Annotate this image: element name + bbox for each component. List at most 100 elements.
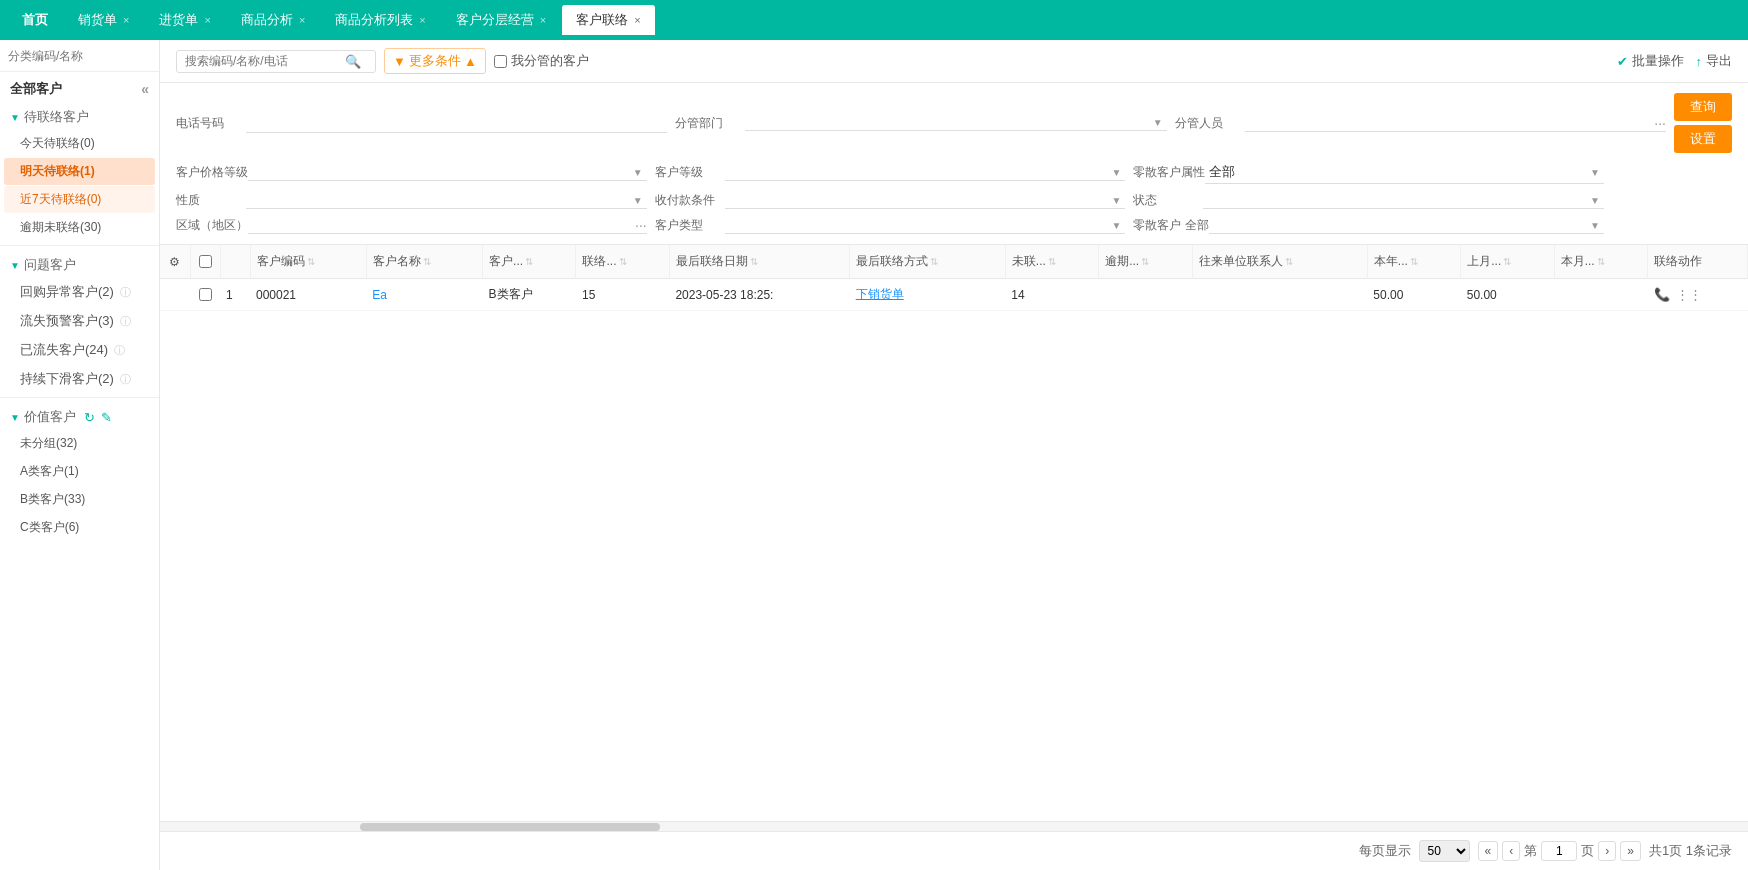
close-icon[interactable]: × [123,14,129,26]
nav-product-analysis-list[interactable]: 商品分析列表 × [321,5,439,35]
edit-icon[interactable]: ✎ [101,410,112,425]
th-this-month[interactable]: 本月...⇅ [1554,245,1647,279]
my-customers-checkbox[interactable]: 我分管的客户 [494,52,589,70]
chevron-down-icon: ▲ [464,54,477,69]
filter-customer-level: 客户等级 ▼ [655,164,1126,181]
td-type: B类客户 [483,279,576,311]
chevron-down-icon: ▼ [1111,220,1121,231]
sidebar-item-lostwarning[interactable]: 流失预警客户(3) ⓘ [4,307,155,335]
filter-price-select[interactable]: ▼ [248,165,647,181]
filter-retail-attr-select[interactable]: 全部 ▼ [1205,161,1604,184]
total-records: 共1页 1条记录 [1649,842,1732,860]
filter-retail-select[interactable]: ▼ [1209,218,1604,234]
all-customers-label[interactable]: 全部客户 [10,80,62,98]
sidebar-item-today[interactable]: 今天待联络(0) [4,130,155,157]
row-checkbox[interactable] [199,288,212,301]
close-icon[interactable]: × [204,14,210,26]
sidebar-item-overdue[interactable]: 逾期未联络(30) [4,214,155,241]
my-customers-check[interactable] [494,55,507,68]
sidebar-item-tomorrow[interactable]: 明天待联络(1) [4,158,155,185]
per-page-select[interactable]: 50 100 200 [1419,840,1470,862]
more-icon[interactable]: ··· [635,217,647,233]
close-icon[interactable]: × [634,14,640,26]
all-customers-header: 全部客户 « [0,72,159,102]
filter-retail: 零散客户 全部 ▼ [1133,217,1604,234]
th-settings[interactable]: ⚙ [160,245,190,279]
scrollbar-thumb[interactable] [360,823,660,831]
chevron-down-icon: ▼ [1590,220,1600,231]
filter-customer-type-select[interactable]: ▼ [725,218,1126,234]
filter-manager: 分管人员 ··· [1175,115,1666,132]
filter-phone-input[interactable] [246,114,667,133]
filter-payment-select[interactable]: ▼ [725,193,1126,209]
sidebar-item-abnormal[interactable]: 回购异常客户(2) ⓘ [4,278,155,306]
nav-purchase-order[interactable]: 进货单 × [145,5,224,35]
th-overdue[interactable]: 逾期...⇅ [1099,245,1192,279]
export-btn[interactable]: ↑ 导出 [1696,52,1733,70]
filter-status: 状态 ▼ [1133,192,1604,209]
divider [0,397,159,398]
th-index [220,245,250,279]
batch-op-btn[interactable]: ✔ 批量操作 [1617,52,1684,70]
nav-customer-contact[interactable]: 客户联络 × [562,5,654,35]
th-not-contacted[interactable]: 未联...⇅ [1005,245,1098,279]
th-this-year[interactable]: 本年...⇅ [1367,245,1460,279]
nav-sales-order[interactable]: 销货单 × [64,5,143,35]
td-name[interactable]: Ea [366,279,482,311]
info-icon: ⓘ [120,315,131,327]
th-last-contact-date[interactable]: 最后联络日期⇅ [669,245,849,279]
horizontal-scrollbar[interactable] [160,821,1748,831]
nav-home[interactable]: 首页 [8,5,62,35]
query-button[interactable]: 查询 [1674,93,1732,121]
more-action-icon[interactable]: ⋮⋮ [1676,287,1702,302]
nav-product-analysis[interactable]: 商品分析 × [227,5,319,35]
search-icon[interactable]: 🔍 [345,54,361,69]
contact-icon[interactable]: 📞 [1654,287,1670,302]
th-last-month[interactable]: 上月...⇅ [1461,245,1554,279]
th-code[interactable]: 客户编码⇅ [250,245,366,279]
sidebar-item-7days[interactable]: 近7天待联络(0) [4,186,155,213]
filter-more-btn[interactable]: ▼ 更多条件 ▲ [384,48,486,74]
td-last-contact-method[interactable]: 下销货单 [850,279,1006,311]
th-action: 联络动作 [1648,245,1748,279]
filter-row-1: 电话号码 分管部门 ▼ 分管人员 ··· [176,93,1732,153]
sidebar-item-ungroup[interactable]: 未分组(32) [4,430,155,457]
close-icon[interactable]: × [299,14,305,26]
th-contact[interactable]: 联络...⇅ [576,245,669,279]
sidebar-item-a-class[interactable]: A类客户(1) [4,458,155,485]
sidebar-item-lost[interactable]: 已流失客户(24) ⓘ [4,336,155,364]
close-icon[interactable]: × [540,14,546,26]
table-row: 1 000021 Ea B类客户 15 2023-05-23 18:25: 下销… [160,279,1748,311]
filter-nature-select[interactable]: ▼ [246,193,647,209]
filter-panel: 电话号码 分管部门 ▼ 分管人员 ··· [160,83,1748,245]
filter-row-4: 区域（地区） ··· 客户类型 ▼ 零散客户 全部 [176,217,1732,234]
search-input[interactable] [185,54,345,68]
select-all-checkbox[interactable] [199,255,212,268]
filter-status-select[interactable]: ▼ [1203,193,1604,209]
th-last-contact-method[interactable]: 最后联络方式⇅ [850,245,1006,279]
filter-dept-select[interactable]: ▼ [745,115,1166,131]
last-page-btn[interactable]: » [1620,841,1641,861]
more-icon[interactable]: ··· [1654,115,1666,131]
nav-customer-segmentation[interactable]: 客户分层经营 × [442,5,560,35]
td-index: 1 [220,279,250,311]
value-group-title: ▼ 价值客户 ↻ ✎ [0,402,159,429]
close-icon[interactable]: × [419,14,425,26]
th-name[interactable]: 客户名称⇅ [366,245,482,279]
page-label: 第 [1524,842,1537,860]
sidebar-item-declining[interactable]: 持续下滑客户(2) ⓘ [4,365,155,393]
next-page-btn[interactable]: › [1598,841,1616,861]
set-button[interactable]: 设置 [1674,125,1732,153]
th-unit-contact[interactable]: 往来单位联系人⇅ [1192,245,1367,279]
first-page-btn[interactable]: « [1478,841,1499,861]
sidebar-item-c-class[interactable]: C类客户(6) [4,514,155,541]
th-type[interactable]: 客户...⇅ [483,245,576,279]
sidebar-search-input[interactable] [8,49,158,63]
filter-customer-level-select[interactable]: ▼ [725,165,1126,181]
prev-page-btn[interactable]: ‹ [1502,841,1520,861]
refresh-icon[interactable]: ↻ [84,410,95,425]
page-input[interactable] [1541,841,1577,861]
sidebar-item-b-class[interactable]: B类客户(33) [4,486,155,513]
collapse-icon[interactable]: « [141,81,149,97]
filter-customer-type: 客户类型 ▼ [655,217,1126,234]
